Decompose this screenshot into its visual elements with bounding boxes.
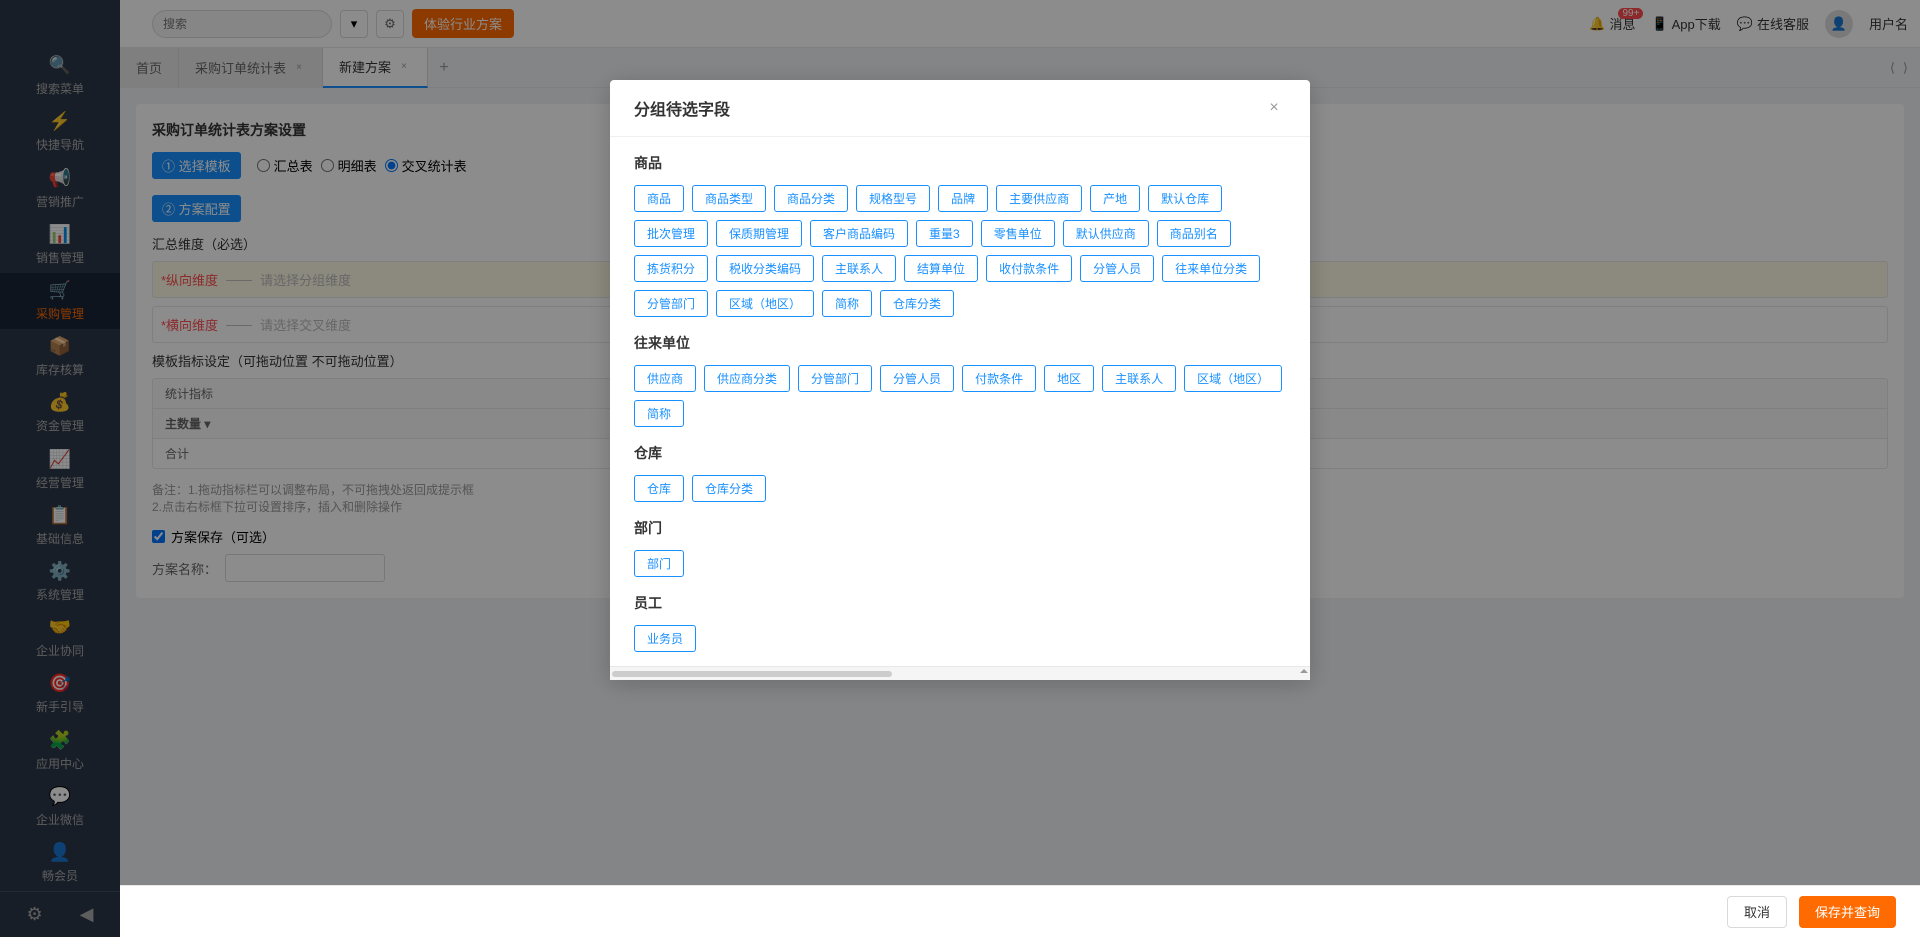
section-title-dept: 部门: [634, 518, 1286, 538]
field-tag[interactable]: 分管人员: [880, 365, 954, 392]
section-title-product: 商品: [634, 153, 1286, 173]
field-tag[interactable]: 往来单位分类: [1162, 255, 1260, 282]
fields-grid-staff: 业务员: [634, 625, 1286, 652]
field-tag[interactable]: 仓库分类: [692, 475, 766, 502]
field-tag[interactable]: 主要供应商: [996, 185, 1082, 212]
field-tag[interactable]: 分管部门: [798, 365, 872, 392]
field-tag[interactable]: 规格型号: [856, 185, 930, 212]
field-tag[interactable]: 商品分类: [774, 185, 848, 212]
fields-grid-partner: 供应商 供应商分类 分管部门 分管人员 付款条件 地区 主联系人 区域（地区） …: [634, 365, 1286, 427]
field-tag[interactable]: 简称: [822, 290, 872, 317]
field-tag[interactable]: 地区: [1044, 365, 1094, 392]
field-tag[interactable]: 零售单位: [981, 220, 1055, 247]
bottom-bar: 取消 保存并查询: [120, 885, 1920, 937]
field-select-modal: 分组待选字段 × 商品 商品 商品类型 商品分类 规格型号 品牌 主要供应商 产…: [610, 80, 1310, 680]
field-tag[interactable]: 默认仓库: [1148, 185, 1222, 212]
field-tag[interactable]: 结算单位: [904, 255, 978, 282]
field-tag-staff[interactable]: 业务员: [634, 625, 696, 652]
field-tag[interactable]: 收付款条件: [986, 255, 1072, 282]
modal-close-button[interactable]: ×: [1262, 96, 1286, 120]
field-tag[interactable]: 批次管理: [634, 220, 708, 247]
field-tag[interactable]: 仓库: [634, 475, 684, 502]
fields-grid-product: 商品 商品类型 商品分类 规格型号 品牌 主要供应商 产地 默认仓库 批次管理 …: [634, 185, 1286, 317]
field-tag[interactable]: 供应商分类: [704, 365, 790, 392]
modal-body: 商品 商品 商品类型 商品分类 规格型号 品牌 主要供应商 产地 默认仓库 批次…: [610, 137, 1310, 666]
modal-title: 分组待选字段: [634, 96, 730, 120]
field-tag[interactable]: 区域（地区）: [716, 290, 814, 317]
cancel-button[interactable]: 取消: [1727, 896, 1787, 928]
field-tag[interactable]: 供应商: [634, 365, 696, 392]
field-tag[interactable]: 产地: [1090, 185, 1140, 212]
field-tag[interactable]: 商品类型: [692, 185, 766, 212]
field-tag[interactable]: 分管人员: [1080, 255, 1154, 282]
field-tag[interactable]: 品牌: [938, 185, 988, 212]
field-tag[interactable]: 商品别名: [1157, 220, 1231, 247]
field-tag[interactable]: 税收分类编码: [716, 255, 814, 282]
section-title-warehouse: 仓库: [634, 443, 1286, 463]
fields-grid-dept: 部门: [634, 550, 1286, 577]
fields-grid-warehouse: 仓库 仓库分类: [634, 475, 1286, 502]
field-tag[interactable]: 保质期管理: [716, 220, 802, 247]
section-title-partner: 往来单位: [634, 333, 1286, 353]
field-tag[interactable]: 区域（地区）: [1184, 365, 1282, 392]
field-tag[interactable]: 主联系人: [1102, 365, 1176, 392]
field-tag[interactable]: 拣货积分: [634, 255, 708, 282]
horizontal-scrollbar[interactable]: [610, 666, 1310, 680]
section-title-staff: 员工: [634, 593, 1286, 613]
modal-overlay: 分组待选字段 × 商品 商品 商品类型 商品分类 规格型号 品牌 主要供应商 产…: [0, 0, 1920, 937]
field-tag[interactable]: 默认供应商: [1063, 220, 1149, 247]
field-tag[interactable]: 付款条件: [962, 365, 1036, 392]
field-tag[interactable]: 仓库分类: [880, 290, 954, 317]
save-query-button[interactable]: 保存并查询: [1799, 896, 1896, 928]
scroll-right-arrow[interactable]: [1300, 669, 1308, 673]
field-tag[interactable]: 简称: [634, 400, 684, 427]
scrollbar-thumb-h: [612, 671, 892, 677]
modal-header: 分组待选字段 ×: [610, 80, 1310, 137]
field-tag[interactable]: 商品: [634, 185, 684, 212]
field-tag[interactable]: 重量3: [916, 220, 973, 247]
field-tag[interactable]: 主联系人: [822, 255, 896, 282]
field-tag[interactable]: 分管部门: [634, 290, 708, 317]
field-tag[interactable]: 客户商品编码: [810, 220, 908, 247]
field-tag[interactable]: 部门: [634, 550, 684, 577]
